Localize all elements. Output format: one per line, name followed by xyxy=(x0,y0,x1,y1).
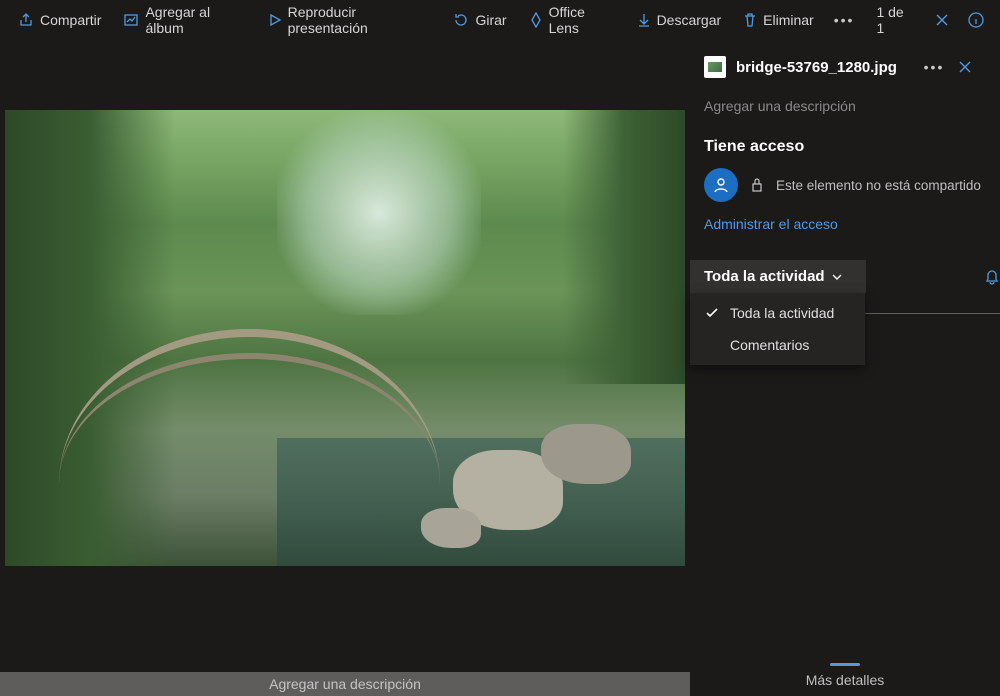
not-shared-text: Este elemento no está compartido xyxy=(776,178,981,193)
description-placeholder: Agregar una descripción xyxy=(269,676,421,692)
more-details-label: Más detalles xyxy=(806,672,885,688)
share-button[interactable]: Compartir xyxy=(8,6,111,34)
play-slideshow-button[interactable]: Reproducir presentación xyxy=(258,0,442,42)
image-counter: 1 de 1 xyxy=(866,4,923,36)
owner-avatar[interactable] xyxy=(704,168,738,202)
lens-label: Office Lens xyxy=(549,4,615,36)
description-input-bar[interactable]: Agregar una descripción xyxy=(0,672,690,696)
lock-icon xyxy=(750,177,764,193)
activity-dropdown-menu: Toda la actividad Comentarios xyxy=(690,293,865,365)
image-viewer-area xyxy=(0,40,690,656)
panel-more-button[interactable]: ••• xyxy=(920,59,948,75)
lens-icon xyxy=(529,12,543,28)
chevron-down-icon xyxy=(831,271,843,283)
file-header: bridge-53769_1280.jpg ••• xyxy=(704,52,986,90)
menu-comments-label: Comentarios xyxy=(730,337,809,353)
rotate-button[interactable]: Girar xyxy=(443,6,516,34)
download-icon xyxy=(637,12,651,28)
access-section-title: Tiene acceso xyxy=(704,138,986,168)
drag-handle-icon xyxy=(830,663,860,666)
file-name: bridge-53769_1280.jpg xyxy=(736,59,910,76)
activity-dropdown-button[interactable]: Toda la actividad xyxy=(690,260,866,293)
details-panel: bridge-53769_1280.jpg ••• Agregar una de… xyxy=(690,40,1000,696)
album-icon xyxy=(123,12,139,28)
add-description-field[interactable]: Agregar una descripción xyxy=(704,90,986,138)
download-label: Descargar xyxy=(657,12,722,28)
share-icon xyxy=(18,12,34,28)
checkmark-icon xyxy=(704,306,720,320)
office-lens-button[interactable]: Office Lens xyxy=(519,0,625,42)
activity-section: Toda la actividad Toda la actividad Come… xyxy=(690,260,1000,365)
download-button[interactable]: Descargar xyxy=(627,6,732,34)
panel-close-button[interactable] xyxy=(958,60,986,74)
menu-item-comments[interactable]: Comentarios xyxy=(690,329,865,361)
top-toolbar: Compartir Agregar al álbum Reproducir pr… xyxy=(0,0,1000,40)
add-to-album-button[interactable]: Agregar al álbum xyxy=(113,0,255,42)
rotate-icon xyxy=(453,12,469,28)
info-button[interactable] xyxy=(960,3,992,37)
more-button[interactable]: ••• xyxy=(826,6,863,34)
delete-label: Eliminar xyxy=(763,12,814,28)
ellipsis-icon: ••• xyxy=(834,12,855,28)
more-details-button[interactable]: Más detalles xyxy=(690,655,1000,696)
slideshow-label: Reproducir presentación xyxy=(288,4,432,36)
rotate-label: Girar xyxy=(475,12,506,28)
file-thumbnail-icon xyxy=(704,56,726,78)
manage-access-link[interactable]: Administrar el acceso xyxy=(704,212,986,252)
menu-all-activity-label: Toda la actividad xyxy=(730,305,834,321)
delete-button[interactable]: Eliminar xyxy=(733,6,824,34)
notification-bell-button[interactable] xyxy=(984,268,1000,286)
play-icon xyxy=(268,13,282,27)
menu-item-all-activity[interactable]: Toda la actividad xyxy=(690,297,865,329)
trash-icon xyxy=(743,12,757,28)
access-row: Este elemento no está compartido xyxy=(704,168,986,212)
image-preview[interactable] xyxy=(5,110,685,566)
add-album-label: Agregar al álbum xyxy=(145,4,245,36)
activity-label: Toda la actividad xyxy=(704,268,825,285)
viewer-close-button[interactable] xyxy=(925,3,957,37)
share-label: Compartir xyxy=(40,12,101,28)
